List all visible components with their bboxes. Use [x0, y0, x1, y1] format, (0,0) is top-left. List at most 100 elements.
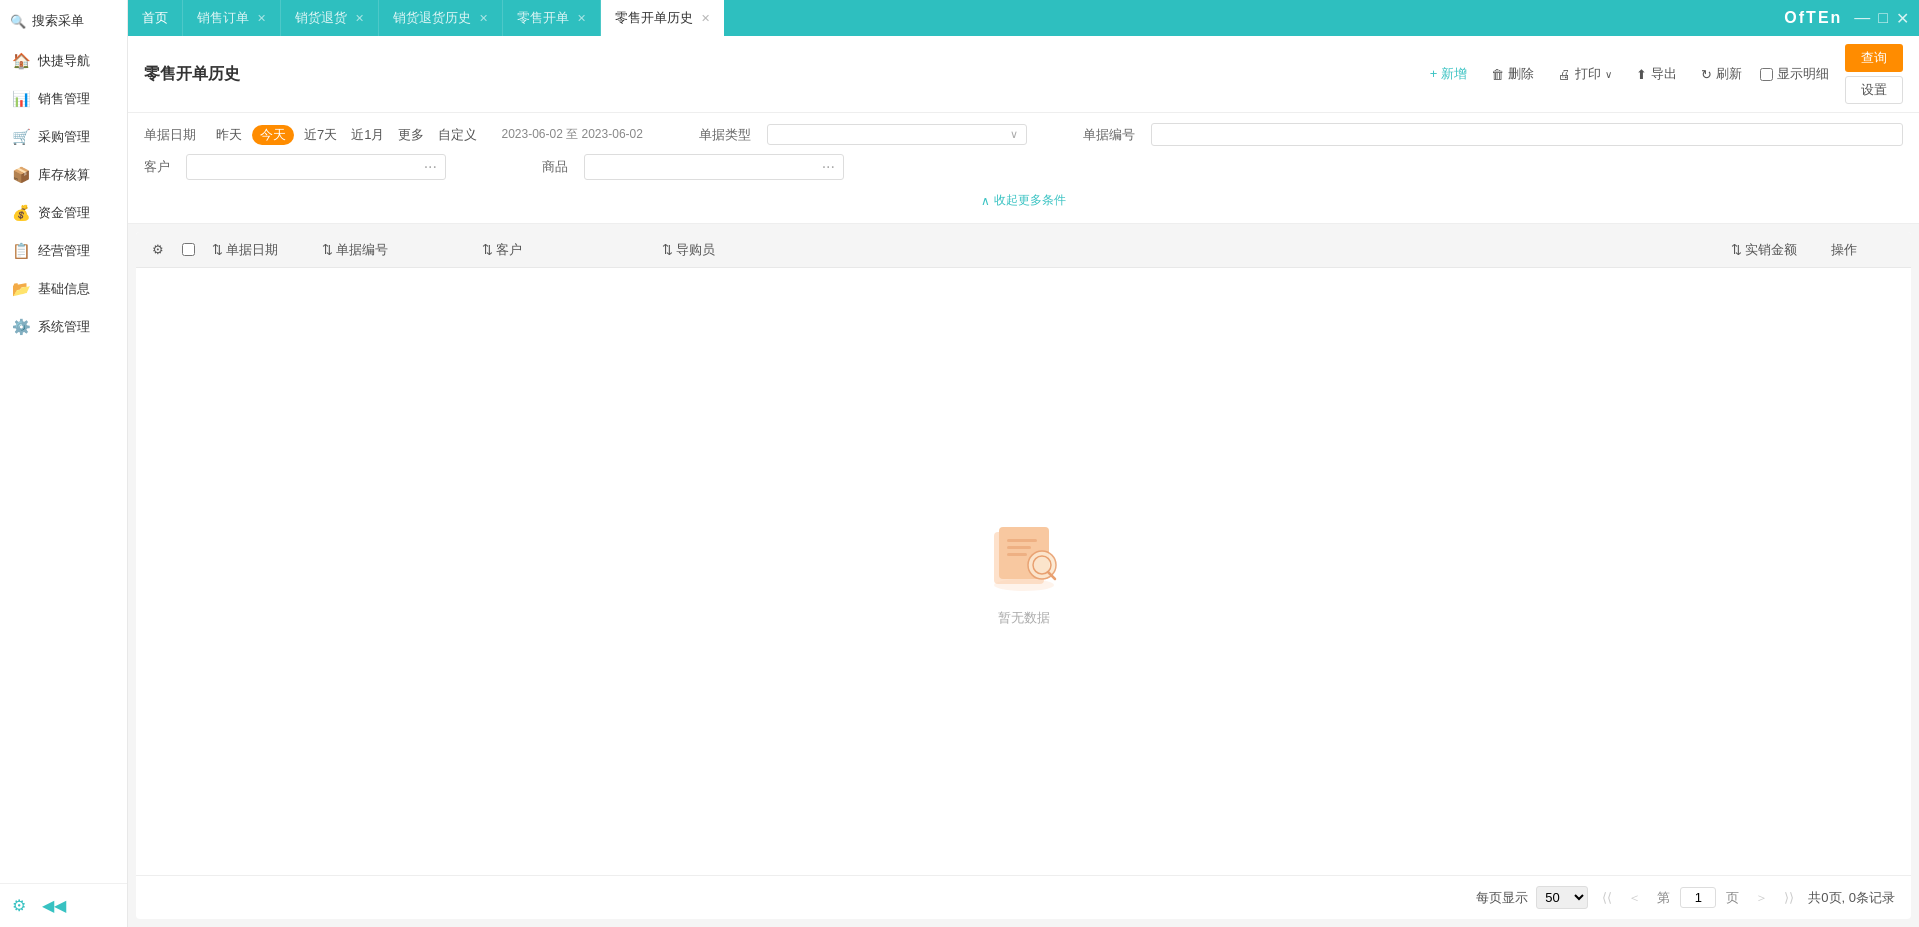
order-type-arrow-icon: ∨: [1010, 128, 1018, 141]
sort-icon: ⇅: [482, 242, 493, 257]
pagination: 每页显示 10 20 50 100 ⟨⟨ ＜ 第 页 ＞ ⟩⟩ 共0页, 0条记…: [136, 875, 1911, 919]
delete-button[interactable]: 🗑 删除: [1485, 61, 1540, 87]
print-button[interactable]: 🖨 打印 ∨: [1552, 61, 1618, 87]
tab-sales-return-history[interactable]: 销货退货历史 ✕: [379, 0, 503, 36]
th-customer[interactable]: ⇅ 客户: [474, 241, 654, 259]
settings-bottom-icon[interactable]: ⚙: [12, 896, 26, 915]
th-settings[interactable]: ⚙: [144, 242, 174, 257]
customer-dots-icon[interactable]: ···: [424, 158, 437, 176]
th-amount-label: 实销金额: [1745, 241, 1797, 259]
sidebar-item-label: 销售管理: [38, 90, 90, 108]
order-num-field[interactable]: [1160, 127, 1894, 142]
page-navigation: ⟨⟨ ＜ 第 页 ＞ ⟩⟩: [1596, 887, 1800, 909]
tab-label: 销售订单: [197, 9, 249, 27]
tab-close-icon[interactable]: ✕: [479, 12, 488, 25]
window-maximize-btn[interactable]: □: [1878, 9, 1888, 27]
brand-label: OfTEn: [1784, 9, 1842, 27]
page-prefix: 第: [1651, 887, 1676, 909]
show-detail-checkbox-label[interactable]: 显示明细: [1760, 65, 1829, 83]
sort-icon: ⇅: [322, 242, 333, 257]
order-type-label: 单据类型: [699, 126, 751, 144]
settings-gear-icon[interactable]: ⚙: [152, 242, 164, 257]
toolbar: 零售开单历史 + 新增 🗑 删除 🖨 打印 ∨ ⬆ 导出 ↻ 刷新: [128, 36, 1919, 113]
tab-home[interactable]: 首页: [128, 0, 183, 36]
sidebar-item-purchase[interactable]: 🛒 采购管理: [0, 118, 127, 156]
tab-retail-order-history[interactable]: 零售开单历史 ✕: [601, 0, 724, 36]
tab-bar: 首页 销售订单 ✕ 销货退货 ✕ 销货退货历史 ✕ 零售开单 ✕ 零售开单历史 …: [128, 0, 1919, 36]
tab-sales-order[interactable]: 销售订单 ✕: [183, 0, 281, 36]
customer-input[interactable]: ···: [186, 154, 446, 180]
filter-row-2: 客户 ··· 商品 ···: [144, 154, 1903, 180]
sidebar-item-nav[interactable]: 🏠 快捷导航: [0, 42, 127, 80]
sidebar-item-inventory[interactable]: 📦 库存核算: [0, 156, 127, 194]
last-page-btn[interactable]: ⟩⟩: [1778, 888, 1800, 907]
date-label: 单据日期: [144, 126, 196, 144]
show-detail-text: 显示明细: [1777, 65, 1829, 83]
print-icon: 🖨: [1558, 67, 1571, 82]
goods-input[interactable]: ···: [584, 154, 844, 180]
refresh-button[interactable]: ↻ 刷新: [1695, 61, 1748, 87]
date-opt-more[interactable]: 更多: [394, 125, 428, 145]
next-page-btn[interactable]: ＞: [1749, 887, 1774, 909]
page-title: 零售开单历史: [144, 64, 1424, 85]
export-icon: ⬆: [1636, 67, 1647, 82]
th-date[interactable]: ⇅ 单据日期: [204, 241, 314, 259]
inventory-icon: 📦: [12, 166, 30, 184]
add-button[interactable]: + 新增: [1424, 61, 1473, 87]
first-page-btn[interactable]: ⟨⟨: [1596, 888, 1618, 907]
query-setting-btns: 查询 设置: [1845, 44, 1903, 104]
page-input[interactable]: [1680, 887, 1716, 908]
tab-label: 零售开单历史: [615, 9, 693, 27]
goods-label: 商品: [542, 158, 568, 176]
per-page-select[interactable]: 10 20 50 100: [1536, 886, 1588, 909]
tab-close-icon[interactable]: ✕: [577, 12, 586, 25]
collapse-icon[interactable]: ◀◀: [42, 896, 66, 915]
goods-field[interactable]: [593, 160, 822, 175]
th-amount[interactable]: ⇅ 实销金额: [1723, 241, 1823, 259]
setting-button[interactable]: 设置: [1845, 76, 1903, 104]
sidebar-item-label: 库存核算: [38, 166, 90, 184]
customer-field[interactable]: [195, 160, 424, 175]
window-minimize-btn[interactable]: —: [1854, 9, 1870, 27]
date-opt-custom[interactable]: 自定义: [434, 125, 481, 145]
th-op: 操作: [1823, 241, 1903, 259]
sidebar-item-system[interactable]: ⚙️ 系统管理: [0, 308, 127, 346]
sidebar-item-label: 采购管理: [38, 128, 90, 146]
date-opt-today[interactable]: 今天: [252, 125, 294, 145]
date-opt-1month[interactable]: 近1月: [347, 125, 388, 145]
basic-icon: 📂: [12, 280, 30, 298]
prev-page-btn[interactable]: ＜: [1622, 887, 1647, 909]
date-opt-yesterday[interactable]: 昨天: [212, 125, 246, 145]
sidebar-search[interactable]: 🔍 搜索采单: [0, 0, 127, 42]
select-all-checkbox[interactable]: [182, 243, 195, 256]
sidebar-item-label: 基础信息: [38, 280, 90, 298]
sidebar-item-finance[interactable]: 💰 资金管理: [0, 194, 127, 232]
order-num-input[interactable]: [1151, 123, 1903, 146]
order-type-select[interactable]: ∨: [767, 124, 1027, 145]
th-checkbox[interactable]: [174, 243, 204, 256]
sidebar-item-basic[interactable]: 📂 基础信息: [0, 270, 127, 308]
refresh-icon: ↻: [1701, 67, 1712, 82]
export-button[interactable]: ⬆ 导出: [1630, 61, 1683, 87]
date-opt-7days[interactable]: 近7天: [300, 125, 341, 145]
collapse-text: 收起更多条件: [994, 192, 1066, 209]
th-num[interactable]: ⇅ 单据编号: [314, 241, 474, 259]
show-detail-checkbox[interactable]: [1760, 68, 1773, 81]
sidebar-item-management[interactable]: 📋 经营管理: [0, 232, 127, 270]
tab-close-icon[interactable]: ✕: [701, 12, 710, 25]
sidebar-item-sales[interactable]: 📊 销售管理: [0, 80, 127, 118]
tab-close-icon[interactable]: ✕: [355, 12, 364, 25]
tab-sales-return[interactable]: 销货退货 ✕: [281, 0, 379, 36]
tab-retail-order[interactable]: 零售开单 ✕: [503, 0, 601, 36]
tab-label: 首页: [142, 9, 168, 27]
date-options: 昨天 今天 近7天 近1月 更多 自定义: [212, 125, 481, 145]
query-button[interactable]: 查询: [1845, 44, 1903, 72]
tab-label: 零售开单: [517, 9, 569, 27]
th-guide[interactable]: ⇅ 导购员: [654, 241, 1723, 259]
delete-icon: 🗑: [1491, 67, 1504, 82]
collapse-btn[interactable]: ∧ 收起更多条件: [144, 188, 1903, 213]
goods-dots-icon[interactable]: ···: [822, 158, 835, 176]
sidebar-bottom: ⚙ ◀◀: [0, 883, 127, 927]
window-close-btn[interactable]: ✕: [1896, 9, 1909, 28]
tab-close-icon[interactable]: ✕: [257, 12, 266, 25]
